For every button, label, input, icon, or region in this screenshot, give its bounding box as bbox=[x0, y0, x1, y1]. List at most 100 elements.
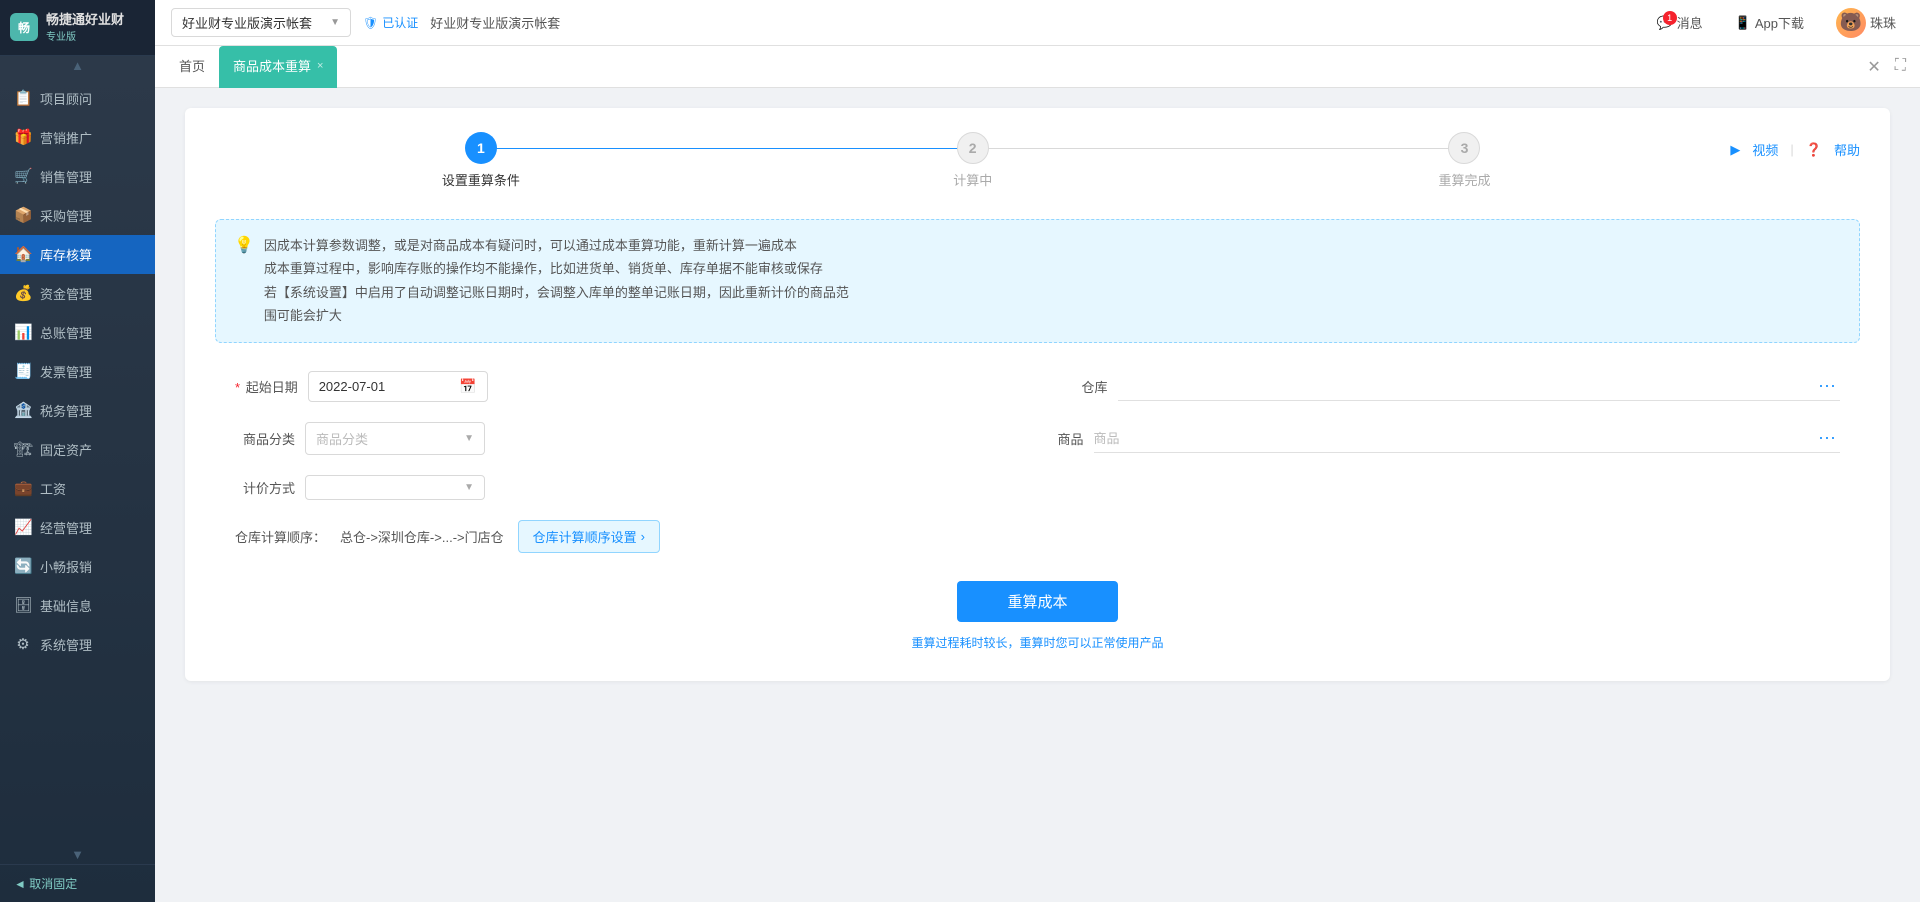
category-select[interactable]: 商品分类 ▼ bbox=[305, 422, 485, 455]
category-label: 商品分类 bbox=[235, 429, 295, 448]
goods-field: 商品 商品 ··· bbox=[1048, 423, 1841, 453]
warehouse-field: 仓库 ··· bbox=[1048, 371, 1841, 401]
sidebar-item-assets[interactable]: 🏗 固定资产 bbox=[0, 430, 155, 469]
sales-icon: 🛒 bbox=[14, 167, 32, 185]
close-window-icon[interactable]: ✕ bbox=[1863, 53, 1884, 81]
sidebar-item-label-tax: 税务管理 bbox=[40, 401, 92, 420]
info-line-1: 因成本计算参数调整，或是对商品成本有疑问时，可以通过成本重算功能，重新计算一遍成… bbox=[264, 234, 849, 257]
form-row-2: 商品分类 商品分类 ▼ 商品 商品 ··· bbox=[235, 422, 1840, 455]
sidebar-item-accounting[interactable]: 📊 总账管理 bbox=[0, 313, 155, 352]
step-1-number: 1 bbox=[477, 140, 485, 156]
category-chevron-icon: ▼ bbox=[464, 433, 474, 444]
sidebar-item-inventory[interactable]: 🏠 库存核算 bbox=[0, 235, 155, 274]
user-menu-button[interactable]: 🐻 珠珠 bbox=[1828, 4, 1904, 42]
sidebar-item-system[interactable]: ⚙ 系统管理 bbox=[0, 625, 155, 664]
wizard-help: ▶ 视频 | ❓ 帮助 bbox=[1730, 132, 1860, 159]
scroll-down-indicator: ▼ bbox=[0, 845, 155, 864]
sidebar-subtitle: 专业版 bbox=[46, 28, 124, 43]
sidebar-item-label-project: 项目顾问 bbox=[40, 89, 92, 108]
goods-dots-button[interactable]: ··· bbox=[1814, 427, 1840, 448]
sidebar-item-label-inventory: 库存核算 bbox=[40, 245, 92, 264]
sidebar-item-label-sales: 销售管理 bbox=[40, 167, 92, 186]
sidebar-item-salary[interactable]: 💼 工资 bbox=[0, 469, 155, 508]
main-card: 1 设置重算条件 2 计算中 bbox=[185, 108, 1890, 681]
main-area: 好业财专业版演示帐套 ▼ 🛡 已认证 好业财专业版演示帐套 💬 1 消息 📱 A… bbox=[155, 0, 1920, 902]
sidebar-item-business[interactable]: 📈 经营管理 bbox=[0, 508, 155, 547]
sidebar-item-purchase[interactable]: 📦 采购管理 bbox=[0, 196, 155, 235]
notification-count: 1 bbox=[1663, 11, 1677, 25]
step-2: 2 计算中 bbox=[727, 132, 1219, 189]
start-date-input[interactable]: 2022-07-01 📅 bbox=[308, 371, 488, 402]
sidebar-nav: 📋 项目顾问 🎁 营销推广 🛒 销售管理 📦 采购管理 🏠 库存核算 💰 资金管… bbox=[0, 75, 155, 845]
logo-icon: 畅 bbox=[10, 13, 38, 41]
calendar-icon: 📅 bbox=[459, 378, 476, 395]
business-icon: 📈 bbox=[14, 518, 32, 536]
tab-cost-recalc[interactable]: 商品成本重算 × bbox=[219, 46, 337, 88]
sidebar-item-invoice[interactable]: 🧾 发票管理 bbox=[0, 352, 155, 391]
sidebar-item-project[interactable]: 📋 项目顾问 bbox=[0, 79, 155, 118]
help-label[interactable]: 帮助 bbox=[1834, 140, 1860, 159]
tab-close-icon[interactable]: × bbox=[317, 60, 323, 72]
submit-button[interactable]: 重算成本 bbox=[957, 581, 1117, 622]
sidebar-item-basic[interactable]: 🗄 基础信息 bbox=[0, 586, 155, 625]
verified-account-name: 好业财专业版演示帐套 bbox=[430, 13, 560, 32]
warehouse-dots-button[interactable]: ··· bbox=[1814, 375, 1840, 396]
pricing-select[interactable]: ▼ bbox=[305, 475, 485, 500]
sidebar-item-label-invoice: 发票管理 bbox=[40, 362, 92, 381]
sidebar-item-label-salary: 工资 bbox=[40, 479, 66, 498]
topbar: 好业财专业版演示帐套 ▼ 🛡 已认证 好业财专业版演示帐套 💬 1 消息 📱 A… bbox=[155, 0, 1920, 46]
video-label[interactable]: 视频 bbox=[1752, 140, 1778, 159]
account-selector[interactable]: 好业财专业版演示帐套 ▼ bbox=[171, 8, 351, 37]
inventory-icon: 🏠 bbox=[14, 245, 32, 263]
step-wizard: 1 设置重算条件 2 计算中 bbox=[215, 132, 1730, 189]
category-placeholder: 商品分类 bbox=[316, 429, 368, 448]
goods-input: 商品 ··· bbox=[1094, 423, 1841, 453]
sidebar-brand: 畅捷通好业财 专业版 bbox=[46, 12, 124, 43]
expense-icon: 🔄 bbox=[14, 557, 32, 575]
submit-area: 重算成本 重算过程耗时较长，重算时您可以正常使用产品 bbox=[235, 581, 1840, 651]
start-date-field: * 起始日期 2022-07-01 📅 bbox=[235, 371, 1028, 402]
user-name: 珠珠 bbox=[1870, 13, 1896, 32]
tabs-actions: ✕ ⛶ bbox=[1863, 53, 1910, 81]
step-1-label: 设置重算条件 bbox=[442, 170, 520, 189]
sidebar-item-marketing[interactable]: 🎁 营销推广 bbox=[0, 118, 155, 157]
message-button[interactable]: 💬 1 消息 bbox=[1648, 9, 1710, 36]
sidebar-item-label-purchase: 采购管理 bbox=[40, 206, 92, 225]
purchase-icon: 📦 bbox=[14, 206, 32, 224]
invoice-icon: 🧾 bbox=[14, 362, 32, 380]
app-download-button[interactable]: 📱 App下载 bbox=[1727, 9, 1812, 36]
finance-icon: 💰 bbox=[14, 284, 32, 302]
sidebar-item-tax[interactable]: 🏦 税务管理 bbox=[0, 391, 155, 430]
tab-home[interactable]: 首页 bbox=[165, 46, 219, 88]
step-1: 1 设置重算条件 bbox=[235, 132, 727, 189]
salary-icon: 💼 bbox=[14, 479, 32, 497]
info-line-2: 成本重算过程中，影响库存账的操作均不能操作，比如进货单、销货单、库存单据不能审核… bbox=[264, 257, 849, 280]
start-date-value: 2022-07-01 bbox=[319, 379, 386, 394]
sidebar-item-label-business: 经营管理 bbox=[40, 518, 92, 537]
step-3-number: 3 bbox=[1461, 140, 1469, 156]
content-area: 1 设置重算条件 2 计算中 bbox=[155, 88, 1920, 902]
required-mark: * bbox=[235, 380, 240, 395]
tabs-bar: 首页 商品成本重算 × ✕ ⛶ bbox=[155, 46, 1920, 88]
sidebar-item-finance[interactable]: 💰 资金管理 bbox=[0, 274, 155, 313]
info-box: 💡 因成本计算参数调整，或是对商品成本有疑问时，可以通过成本重算功能，重新计算一… bbox=[215, 219, 1860, 343]
basic-icon: 🗄 bbox=[14, 596, 32, 614]
expand-icon[interactable]: ⛶ bbox=[1891, 53, 1910, 81]
message-label: 消息 bbox=[1677, 13, 1703, 32]
app-label: App下载 bbox=[1755, 13, 1804, 32]
step-2-number: 2 bbox=[969, 140, 977, 156]
start-date-label: * 起始日期 bbox=[235, 377, 298, 396]
sidebar-item-expense[interactable]: 🔄 小畅报销 bbox=[0, 547, 155, 586]
avatar: 🐻 bbox=[1836, 8, 1866, 38]
sidebar-item-label-accounting: 总账管理 bbox=[40, 323, 92, 342]
warehouse-order-settings-button[interactable]: 仓库计算顺序设置 › bbox=[518, 520, 660, 553]
unpin-label: ◄ 取消固定 bbox=[14, 875, 77, 892]
sidebar-unpin-button[interactable]: ◄ 取消固定 bbox=[0, 864, 155, 902]
mobile-icon: 📱 bbox=[1735, 15, 1751, 31]
step-1-circle: 1 bbox=[465, 132, 497, 164]
sidebar-item-sales[interactable]: 🛒 销售管理 bbox=[0, 157, 155, 196]
sidebar-item-label-marketing: 营销推广 bbox=[40, 128, 92, 147]
sidebar-item-label-basic: 基础信息 bbox=[40, 596, 92, 615]
form-area: * 起始日期 2022-07-01 📅 仓库 ··· bbox=[215, 371, 1860, 651]
form-row-1: * 起始日期 2022-07-01 📅 仓库 ··· bbox=[235, 371, 1840, 402]
